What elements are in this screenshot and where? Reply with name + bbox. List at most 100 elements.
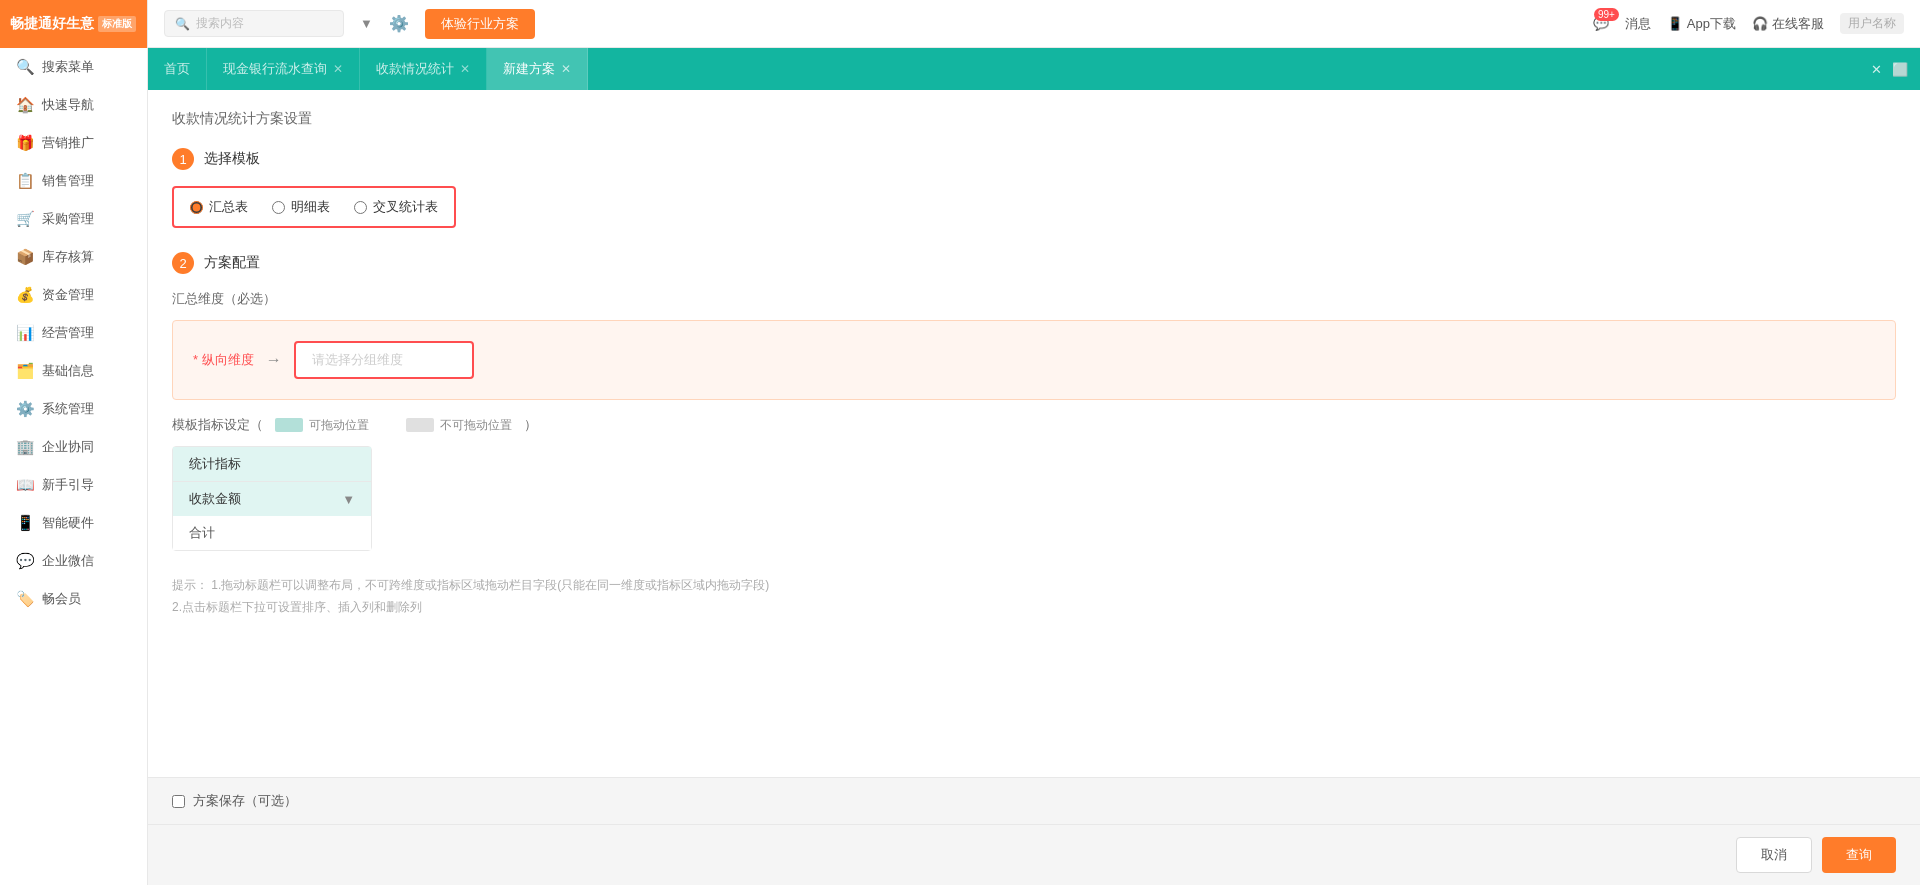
sidebar-item-label: 智能硬件 (42, 514, 94, 532)
sidebar-item-enterprise[interactable]: 🏢 企业协同 (0, 428, 147, 466)
topbar-dropdown-icon[interactable]: ▼ (360, 16, 373, 31)
radio-summary[interactable] (190, 201, 203, 214)
save-section: 方案保存（可选） (148, 777, 1920, 824)
sidebar: 畅捷通好生意 标准版 🔍 搜索菜单 🏠 快速导航 🎁 营销推广 📋 销售管理 🛒… (0, 0, 148, 885)
tab-receipt-stats-label: 收款情况统计 (376, 60, 454, 78)
radio-detail[interactable] (272, 201, 285, 214)
topbar-search-icon: 🔍 (175, 17, 190, 31)
tab-home[interactable]: 首页 (148, 48, 207, 90)
option-cross[interactable]: 交叉统计表 (354, 198, 438, 216)
close-new-plan-icon[interactable]: ✕ (561, 62, 571, 76)
smart-hw-icon: 📱 (16, 514, 34, 532)
non-draggable-legend-box (406, 418, 434, 432)
sidebar-item-label: 经营管理 (42, 324, 94, 342)
step1-num: 1 (172, 148, 194, 170)
hint-1: 提示： 1.拖动标题栏可以调整布局，不可跨维度或指标区域拖动栏目字段(只能在同一… (172, 575, 1896, 597)
sidebar-item-label: 企业协同 (42, 438, 94, 456)
wechat-icon: 💬 (16, 552, 34, 570)
sidebar-item-label: 销售管理 (42, 172, 94, 190)
close-bank-flow-icon[interactable]: ✕ (333, 62, 343, 76)
metrics-amount-dropdown-icon[interactable]: ▼ (342, 492, 355, 507)
step2-section: 2 方案配置 汇总维度（必选） 纵向维度 → 请选择分组维度 模板指标设定（ (172, 252, 1896, 618)
close-all-icon[interactable]: ✕ (1871, 62, 1882, 77)
sidebar-logo: 畅捷通好生意 标准版 (0, 0, 147, 48)
page-title: 收款情况统计方案设置 (172, 110, 1896, 128)
app-download[interactable]: 📱 App下载 (1667, 15, 1736, 33)
sidebar-item-operations[interactable]: 📊 经营管理 (0, 314, 147, 352)
tab-home-label: 首页 (164, 60, 190, 78)
sidebar-item-smart-hw[interactable]: 📱 智能硬件 (0, 504, 147, 542)
save-checkbox[interactable] (172, 795, 185, 808)
option-cross-label: 交叉统计表 (373, 198, 438, 216)
close-receipt-stats-icon[interactable]: ✕ (460, 62, 470, 76)
query-button[interactable]: 查询 (1822, 837, 1896, 873)
basic-info-icon: 🗂️ (16, 362, 34, 380)
option-detail[interactable]: 明细表 (272, 198, 330, 216)
cancel-button[interactable]: 取消 (1736, 837, 1812, 873)
tab-new-plan[interactable]: 新建方案 ✕ (487, 48, 588, 90)
guide-icon: 📖 (16, 476, 34, 494)
non-draggable-legend: 不可拖动位置 (406, 417, 512, 434)
metrics-item-total: 合计 (173, 516, 371, 550)
metrics-label-sep (381, 416, 394, 434)
metrics-label-row: 模板指标设定（ 可拖动位置 不可拖动位置 ） (172, 416, 1896, 434)
purchase-icon: 🛒 (16, 210, 34, 228)
message-label[interactable]: 消息 (1625, 15, 1651, 33)
dimension-select[interactable]: 请选择分组维度 (294, 341, 474, 379)
draggable-legend-box (275, 418, 303, 432)
sidebar-item-funds[interactable]: 💰 资金管理 (0, 276, 147, 314)
step1-header: 1 选择模板 (172, 148, 1896, 170)
sidebar-item-marketing[interactable]: 🎁 营销推广 (0, 124, 147, 162)
sidebar-item-inventory[interactable]: 📦 库存核算 (0, 238, 147, 276)
download-icon: 📱 (1667, 16, 1683, 31)
trial-button[interactable]: 体验行业方案 (425, 9, 535, 39)
online-service[interactable]: 🎧 在线客服 (1752, 15, 1824, 33)
metrics-item-amount[interactable]: 收款金额 ▼ (173, 482, 371, 516)
settings-icon[interactable]: ⚙️ (389, 14, 409, 33)
search-menu-icon: 🔍 (16, 58, 34, 76)
inventory-icon: 📦 (16, 248, 34, 266)
sidebar-item-search-menu[interactable]: 🔍 搜索菜单 (0, 48, 147, 86)
topbar-search-box[interactable]: 🔍 搜索内容 (164, 10, 344, 37)
option-summary[interactable]: 汇总表 (190, 198, 248, 216)
tab-new-plan-label: 新建方案 (503, 60, 555, 78)
maximize-icon[interactable]: ⬜ (1892, 62, 1908, 77)
step2-label: 方案配置 (204, 254, 260, 272)
sidebar-item-guide[interactable]: 📖 新手引导 (0, 466, 147, 504)
user-profile[interactable]: 用户名称 (1840, 13, 1904, 34)
sidebar-item-wechat[interactable]: 💬 企业微信 (0, 542, 147, 580)
sidebar-item-quick-nav[interactable]: 🏠 快速导航 (0, 86, 147, 124)
sidebar-item-label: 畅会员 (42, 590, 81, 608)
sidebar-item-sales[interactable]: 📋 销售管理 (0, 162, 147, 200)
draggable-legend: 可拖动位置 (275, 417, 369, 434)
gift-icon: 🎁 (16, 134, 34, 152)
tab-receipt-stats[interactable]: 收款情况统计 ✕ (360, 48, 487, 90)
tab-bank-flow[interactable]: 现金银行流水查询 ✕ (207, 48, 360, 90)
system-icon: ⚙️ (16, 400, 34, 418)
vertical-dim-label: 纵向维度 (193, 351, 254, 369)
page-content: 收款情况统计方案设置 1 选择模板 汇总表 明细表 (148, 90, 1920, 777)
notification-count: 99+ (1594, 8, 1619, 21)
sidebar-item-purchase[interactable]: 🛒 采购管理 (0, 200, 147, 238)
sidebar-item-label: 快速导航 (42, 96, 94, 114)
dimension-config-area: 纵向维度 → 请选择分组维度 (172, 320, 1896, 400)
sidebar-item-label: 系统管理 (42, 400, 94, 418)
sidebar-item-label: 企业微信 (42, 552, 94, 570)
msg-text: 消息 (1625, 15, 1651, 33)
step2-header: 2 方案配置 (172, 252, 1896, 274)
radio-cross[interactable] (354, 201, 367, 214)
service-label: 在线客服 (1772, 15, 1824, 33)
draggable-legend-label: 可拖动位置 (309, 417, 369, 434)
metrics-container: 统计指标 收款金额 ▼ 合计 (172, 446, 372, 551)
message-badge[interactable]: 💬 99+ (1593, 16, 1609, 31)
sidebar-item-member[interactable]: 🏷️ 畅会员 (0, 580, 147, 618)
template-options: 汇总表 明细表 交叉统计表 (172, 186, 456, 228)
sidebar-item-label: 库存核算 (42, 248, 94, 266)
sidebar-item-label: 营销推广 (42, 134, 94, 152)
sidebar-item-label: 基础信息 (42, 362, 94, 380)
step1-label: 选择模板 (204, 150, 260, 168)
sidebar-item-basic-info[interactable]: 🗂️ 基础信息 (0, 352, 147, 390)
metrics-label-close: ） (524, 416, 537, 434)
sidebar-item-system[interactable]: ⚙️ 系统管理 (0, 390, 147, 428)
summary-dim-label: 汇总维度（必选） (172, 290, 1896, 308)
